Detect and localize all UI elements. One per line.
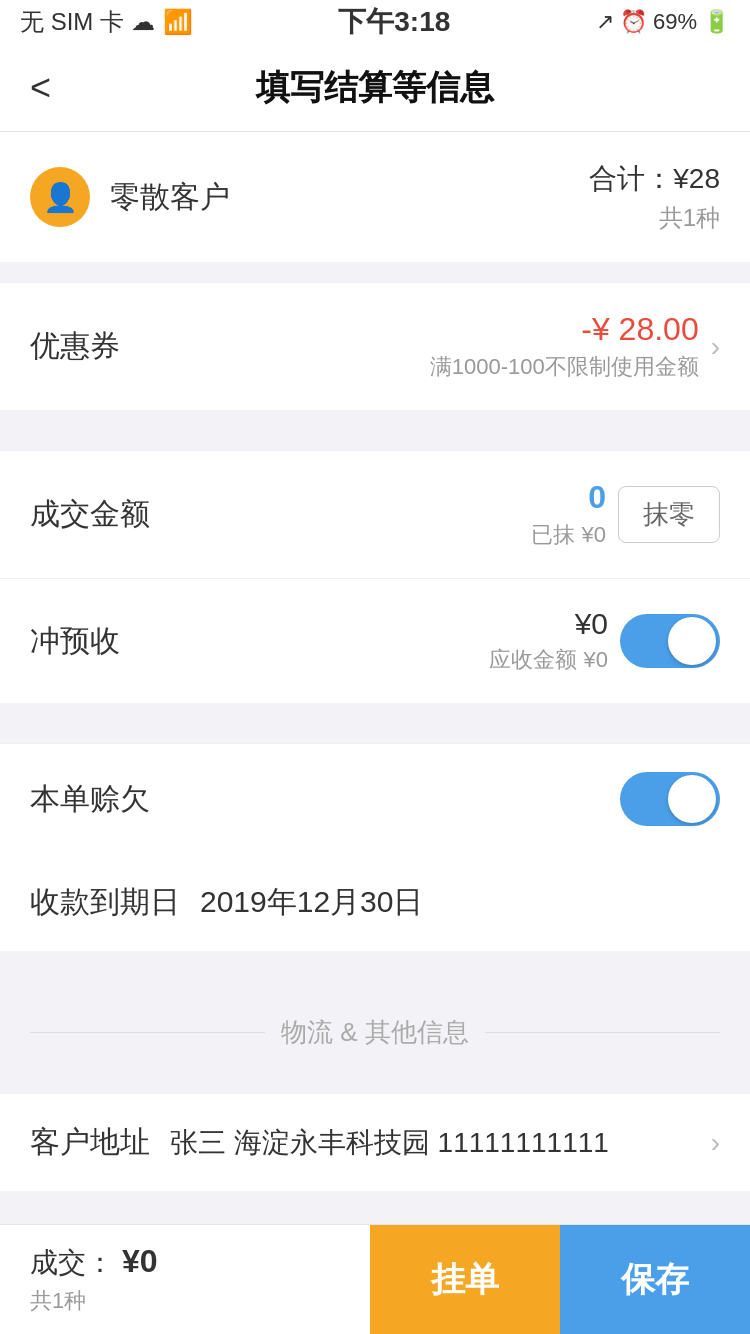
footer-count: 共1种 <box>30 1286 340 1316</box>
page-title: 填写结算等信息 <box>256 65 494 111</box>
debit-label: 本单赊欠 <box>30 779 150 820</box>
due-date-label: 收款到期日 <box>30 882 180 923</box>
discount-desc: 满1000-100不限制使用金额 <box>430 352 699 382</box>
prepay-toggle-knob <box>668 617 716 665</box>
deal-amount-value: 0 <box>531 479 606 516</box>
content-area: 👤 零散客户 合计：¥28 共1种 优惠券 -¥ 28.00 满1000-100… <box>0 132 750 1331</box>
section-separator-1 <box>0 430 750 450</box>
coupon-chevron-icon: › <box>711 331 720 363</box>
avatar: 👤 <box>30 167 90 227</box>
divider-line-left <box>30 1032 265 1033</box>
deal-amount-sub: 已抹 ¥0 <box>531 520 606 550</box>
total-count: 共1种 <box>589 202 720 234</box>
location-icon: ↗ <box>596 9 614 35</box>
debit-toggle[interactable] <box>620 772 720 826</box>
prepay-right: ¥0 应收金额 ¥0 <box>489 607 720 675</box>
status-right: ↗ ⏰ 69% 🔋 <box>596 9 730 35</box>
prepay-toggle-wrap[interactable] <box>620 614 720 668</box>
save-button[interactable]: 保存 <box>560 1225 750 1334</box>
debit-toggle-wrap[interactable] <box>620 772 720 826</box>
section-separator-2 <box>0 723 750 743</box>
divider-line-right <box>485 1032 720 1033</box>
footer-deal-label: 成交： <box>30 1244 114 1282</box>
status-time: 下午3:18 <box>338 3 450 41</box>
debit-section: 本单赊欠 收款到期日 2019年12月30日 <box>0 743 750 951</box>
prepay-label: 冲预收 <box>30 621 120 662</box>
prepay-block: ¥0 应收金额 ¥0 <box>489 607 608 675</box>
deal-amount-text: 0 已抹 ¥0 <box>531 479 606 550</box>
prepay-row: 冲预收 ¥0 应收金额 ¥0 <box>0 578 750 703</box>
address-label: 客户地址 <box>30 1122 150 1163</box>
back-button[interactable]: < <box>30 67 51 109</box>
debit-right <box>620 772 720 826</box>
total-price: 合计：¥28 <box>589 160 720 198</box>
sim-status: 无 SIM 卡 ☁ <box>20 6 155 38</box>
deal-amount-row: 成交金额 0 已抹 ¥0 抹零 <box>0 450 750 578</box>
prepay-amount: ¥0 <box>489 607 608 641</box>
address-row[interactable]: 客户地址 张三 海淀永丰科技园 11111111111 › <box>0 1094 750 1191</box>
pending-button[interactable]: 挂单 <box>370 1225 560 1334</box>
deal-amount-label: 成交金额 <box>30 494 150 535</box>
coupon-text: -¥ 28.00 满1000-100不限制使用金额 <box>430 311 699 382</box>
discount-amount: -¥ 28.00 <box>430 311 699 348</box>
due-date-value: 2019年12月30日 <box>200 882 423 923</box>
section-separator-3 <box>0 971 750 991</box>
battery-icon: 🔋 <box>703 9 730 35</box>
prepay-sub: 应收金额 ¥0 <box>489 645 608 675</box>
status-bar: 无 SIM 卡 ☁ 📶 下午3:18 ↗ ⏰ 69% 🔋 <box>0 0 750 44</box>
customer-right: 合计：¥28 共1种 <box>589 160 720 234</box>
logistics-divider: 物流 & 其他信息 <box>0 991 750 1074</box>
status-left: 无 SIM 卡 ☁ 📶 <box>20 6 193 38</box>
footer: 成交： ¥0 共1种 挂单 保存 <box>0 1224 750 1334</box>
customer-row: 👤 零散客户 合计：¥28 共1种 <box>0 132 750 262</box>
prepay-toggle[interactable] <box>620 614 720 668</box>
coupon-right: -¥ 28.00 满1000-100不限制使用金额 › <box>430 311 720 382</box>
avatar-icon: 👤 <box>43 181 78 214</box>
address-chevron-icon: › <box>711 1127 720 1159</box>
deal-amount-right: 0 已抹 ¥0 抹零 <box>531 479 720 550</box>
wifi-icon: 📶 <box>163 8 193 36</box>
debit-row: 本单赊欠 <box>0 743 750 854</box>
customer-name: 零散客户 <box>110 177 230 218</box>
logistics-label: 物流 & 其他信息 <box>281 1015 469 1050</box>
address-value: 张三 海淀永丰科技园 11111111111 <box>170 1124 691 1162</box>
alarm-icon: ⏰ <box>620 9 647 35</box>
due-date-row: 收款到期日 2019年12月30日 <box>0 854 750 951</box>
coupon-row[interactable]: 优惠券 -¥ 28.00 满1000-100不限制使用金额 › <box>0 282 750 410</box>
battery-level: 69% <box>653 9 697 35</box>
debit-toggle-knob <box>668 775 716 823</box>
customer-section: 👤 零散客户 合计：¥28 共1种 <box>0 132 750 262</box>
coupon-section: 优惠券 -¥ 28.00 满1000-100不限制使用金额 › <box>0 282 750 410</box>
footer-deal: 成交： ¥0 <box>30 1243 340 1282</box>
footer-deal-amount: ¥0 <box>122 1243 158 1280</box>
nav-bar: < 填写结算等信息 <box>0 44 750 132</box>
coupon-label: 优惠券 <box>30 326 120 367</box>
customer-left: 👤 零散客户 <box>30 167 230 227</box>
section-separator-4 <box>0 1074 750 1094</box>
address-section: 客户地址 张三 海淀永丰科技园 11111111111 › <box>0 1094 750 1191</box>
deal-amount-section: 成交金额 0 已抹 ¥0 抹零 冲预收 ¥0 应收金额 ¥0 <box>0 450 750 703</box>
round-off-button[interactable]: 抹零 <box>618 486 720 543</box>
footer-info: 成交： ¥0 共1种 <box>0 1225 370 1334</box>
